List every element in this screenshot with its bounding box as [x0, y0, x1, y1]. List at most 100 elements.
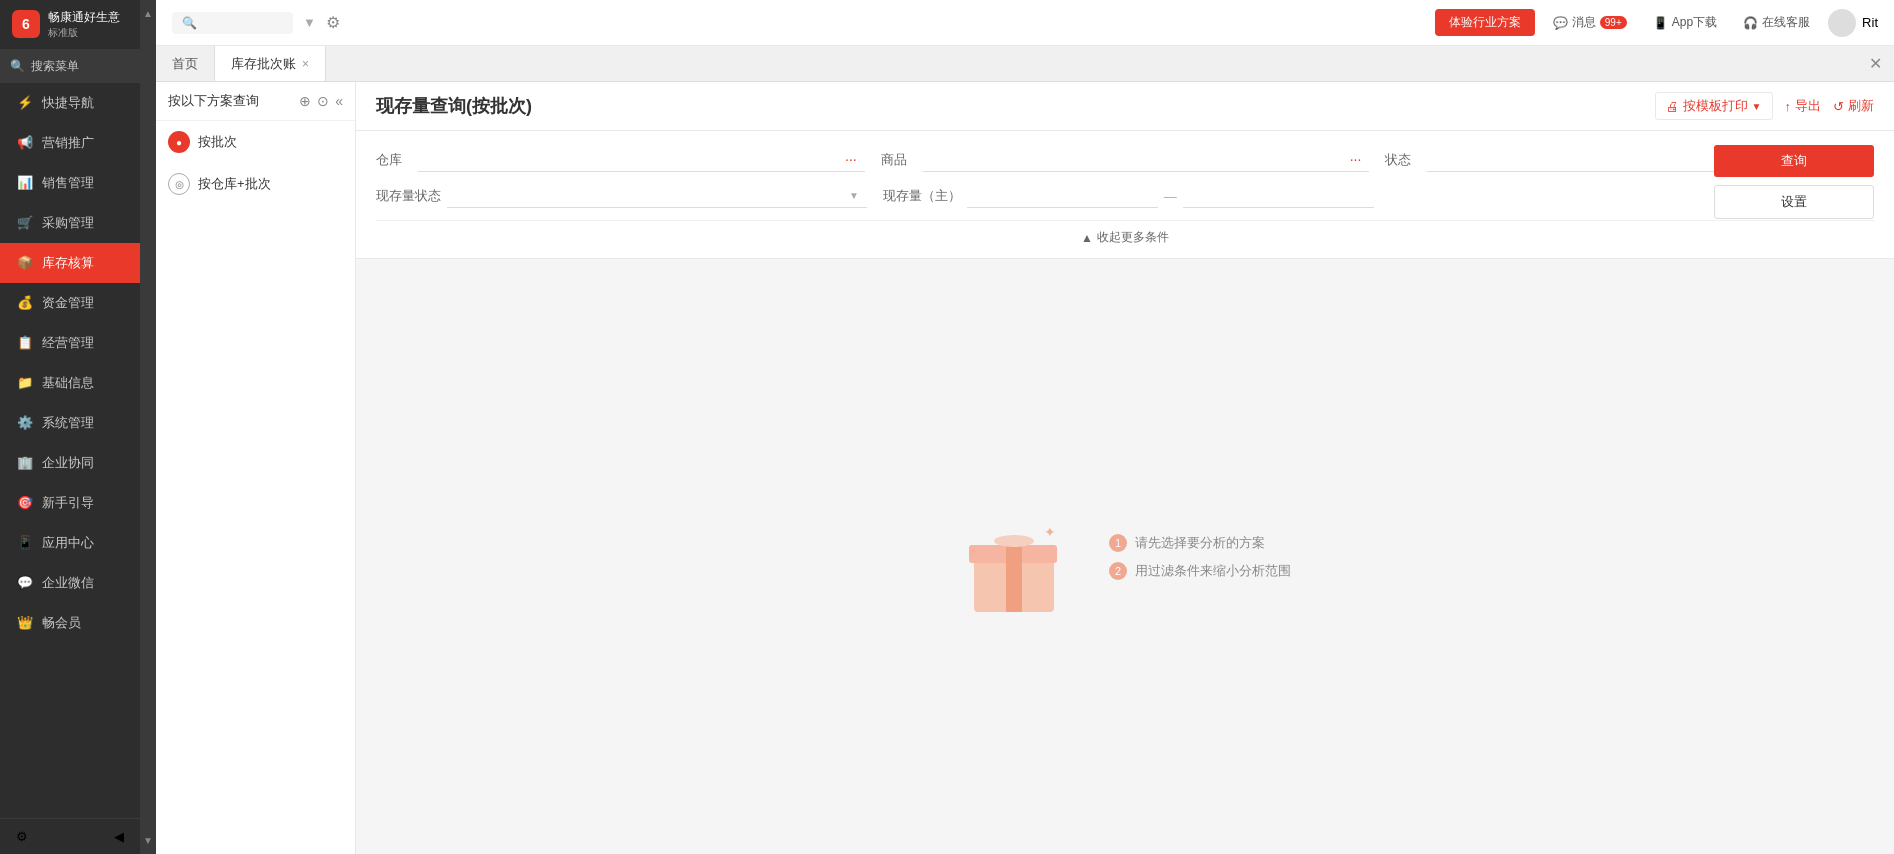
- collapse-panel-btn[interactable]: «: [335, 93, 343, 109]
- warehouse-dots-btn[interactable]: ···: [845, 151, 857, 167]
- scheme-label-2: 按仓库+批次: [198, 175, 271, 193]
- query-btn[interactable]: 查询: [1714, 145, 1874, 177]
- sidebar-item-wechat[interactable]: 💬 企业微信: [0, 563, 140, 603]
- sidebar-search[interactable]: 🔍 搜索菜单: [0, 50, 140, 83]
- refresh-icon: ↺: [1833, 99, 1844, 114]
- topbar-search-box[interactable]: 🔍: [172, 12, 293, 34]
- chevron-down-icon[interactable]: ▼: [1752, 101, 1762, 112]
- tab-bar: 首页 库存批次账 × ✕: [156, 46, 1894, 82]
- print-btn[interactable]: 🖨 按模板打印 ▼: [1655, 92, 1773, 120]
- online-service-btn[interactable]: 🎧 在线客服: [1735, 10, 1818, 35]
- svg-rect-2: [1006, 545, 1022, 612]
- empty-hint: 1 请先选择要分析的方案 2 用过滤条件来缩小分析范围: [1109, 534, 1291, 580]
- warehouse-label: 仓库: [376, 151, 412, 169]
- nav-label-inventory: 库存核算: [42, 254, 94, 272]
- gear-icon[interactable]: ⚙: [326, 13, 340, 32]
- filter-inventory-status: 现存量状态 ▼: [376, 184, 867, 208]
- sidebar-scroll: ▲ ▼: [140, 0, 156, 854]
- topbar-search-input[interactable]: [203, 16, 283, 30]
- sidebar-item-basic[interactable]: 📁 基础信息: [0, 363, 140, 403]
- right-panel: 现存量查询(按批次) 🖨 按模板打印 ▼ ↑ 导出 ↺ 刷新: [356, 82, 1894, 854]
- svg-text:✦: ✦: [969, 546, 977, 557]
- collapse-filter-btn[interactable]: ▲ 收起更多条件: [376, 220, 1874, 250]
- status-label: 状态: [1385, 151, 1421, 169]
- scroll-up-arrow[interactable]: ▲: [139, 4, 157, 23]
- settings-icon[interactable]: ⚙: [16, 829, 28, 844]
- product-dots-btn[interactable]: ···: [1350, 151, 1362, 167]
- scheme-item-2[interactable]: ◎ 按仓库+批次: [156, 163, 355, 205]
- sidebar-item-finance[interactable]: 💰 资金管理: [0, 283, 140, 323]
- chevron-down-icon[interactable]: ▼: [849, 190, 859, 201]
- inventory-status-label: 现存量状态: [376, 187, 441, 205]
- sidebar-item-purchase[interactable]: 🛒 采购管理: [0, 203, 140, 243]
- sidebar-footer: ⚙ ◀: [0, 818, 140, 854]
- app-download-btn[interactable]: 📱 App下载: [1645, 10, 1725, 35]
- user-profile[interactable]: Rit: [1828, 9, 1878, 37]
- collapse-icon[interactable]: ◀: [114, 829, 124, 844]
- nav-icon-marketing: 📢: [16, 134, 34, 152]
- nav-label-member: 畅会员: [42, 614, 81, 632]
- page-header: 现存量查询(按批次) 🖨 按模板打印 ▼ ↑ 导出 ↺ 刷新: [356, 82, 1894, 131]
- sidebar-item-operations[interactable]: 📋 经营管理: [0, 323, 140, 363]
- inv-status-input[interactable]: [455, 188, 849, 203]
- qty-max-input[interactable]: [1183, 184, 1374, 208]
- message-badge: 99+: [1600, 16, 1627, 29]
- tab-home[interactable]: 首页: [156, 46, 215, 81]
- settings-btn[interactable]: 设置: [1714, 185, 1874, 219]
- content-area: 按以下方案查询 ⊕ ⊙ « ● 按批次 ◎ 按仓库+批次 现存量查询(按批次): [156, 82, 1894, 854]
- sidebar-item-system[interactable]: ⚙️ 系统管理: [0, 403, 140, 443]
- sidebar-item-sales[interactable]: 📊 销售管理: [0, 163, 140, 203]
- nav-icon-wechat: 💬: [16, 574, 34, 592]
- product-input-container[interactable]: ···: [923, 147, 1370, 172]
- sidebar-item-marketing[interactable]: 📢 营销推广: [0, 123, 140, 163]
- empty-svg: ✦ ✦: [959, 497, 1079, 617]
- headset-icon: 🎧: [1743, 16, 1758, 30]
- inv-status-container[interactable]: ▼: [447, 184, 867, 208]
- nav-icon-basic: 📁: [16, 374, 34, 392]
- nav-icon-inventory: 📦: [16, 254, 34, 272]
- dropdown-arrow[interactable]: ▼: [303, 15, 316, 30]
- qty-min-input[interactable]: [967, 184, 1158, 208]
- scroll-down-arrow[interactable]: ▼: [139, 831, 157, 850]
- nav-label-marketing: 营销推广: [42, 134, 94, 152]
- filter-warehouse: 仓库 ···: [376, 147, 865, 172]
- tab-inventory-batch[interactable]: 库存批次账 ×: [215, 46, 326, 81]
- warehouse-input[interactable]: [426, 152, 845, 167]
- sidebar-item-newbie[interactable]: 🎯 新手引导: [0, 483, 140, 523]
- nav-icon-quick-nav: ⚡: [16, 94, 34, 112]
- nav-icon-purchase: 🛒: [16, 214, 34, 232]
- main-area: 🔍 ▼ ⚙ 体验行业方案 💬 消息 99+ 📱 App下载 🎧 在线客服 Rit…: [156, 0, 1894, 854]
- sidebar-item-member[interactable]: 👑 畅会员: [0, 603, 140, 643]
- sidebar-item-app-center[interactable]: 📱 应用中心: [0, 523, 140, 563]
- scheme-item-1[interactable]: ● 按批次: [156, 121, 355, 163]
- search-icon: 🔍: [10, 59, 25, 73]
- nav-label-purchase: 采购管理: [42, 214, 94, 232]
- export-btn[interactable]: ↑ 导出: [1785, 97, 1822, 115]
- scheme-label-1: 按批次: [198, 133, 237, 151]
- sidebar-item-quick-nav[interactable]: ⚡ 快捷导航: [0, 83, 140, 123]
- experience-btn[interactable]: 体验行业方案: [1435, 9, 1535, 36]
- message-btn[interactable]: 💬 消息 99+: [1545, 10, 1635, 35]
- nav-label-system: 系统管理: [42, 414, 94, 432]
- export-icon: ↑: [1785, 99, 1792, 114]
- tab-close-icon[interactable]: ×: [302, 57, 309, 71]
- scheme-settings-btn[interactable]: ⊙: [317, 93, 329, 109]
- nav-icon-newbie: 🎯: [16, 494, 34, 512]
- filter-row-1: 仓库 ··· 商品 ··· 状态: [376, 147, 1874, 172]
- printer-icon: 🖨: [1666, 99, 1679, 114]
- sidebar-item-enterprise[interactable]: 🏢 企业协同: [0, 443, 140, 483]
- svg-point-3: [994, 535, 1034, 547]
- refresh-btn[interactable]: ↺ 刷新: [1833, 97, 1874, 115]
- nav-icon-operations: 📋: [16, 334, 34, 352]
- filter-row-2: 现存量状态 ▼ 现存量（主） —: [376, 184, 1874, 208]
- scheme-icon-2: ◎: [168, 173, 190, 195]
- sidebar-item-inventory[interactable]: 📦 库存核算: [0, 243, 140, 283]
- sidebar-logo: 6: [12, 10, 40, 38]
- avatar: [1828, 9, 1856, 37]
- product-input[interactable]: [931, 152, 1350, 167]
- nav-label-enterprise: 企业协同: [42, 454, 94, 472]
- add-scheme-btn[interactable]: ⊕: [299, 93, 311, 109]
- tab-bar-close-btn[interactable]: ✕: [1857, 54, 1894, 73]
- app-icon: 📱: [1653, 16, 1668, 30]
- warehouse-input-container[interactable]: ···: [418, 147, 865, 172]
